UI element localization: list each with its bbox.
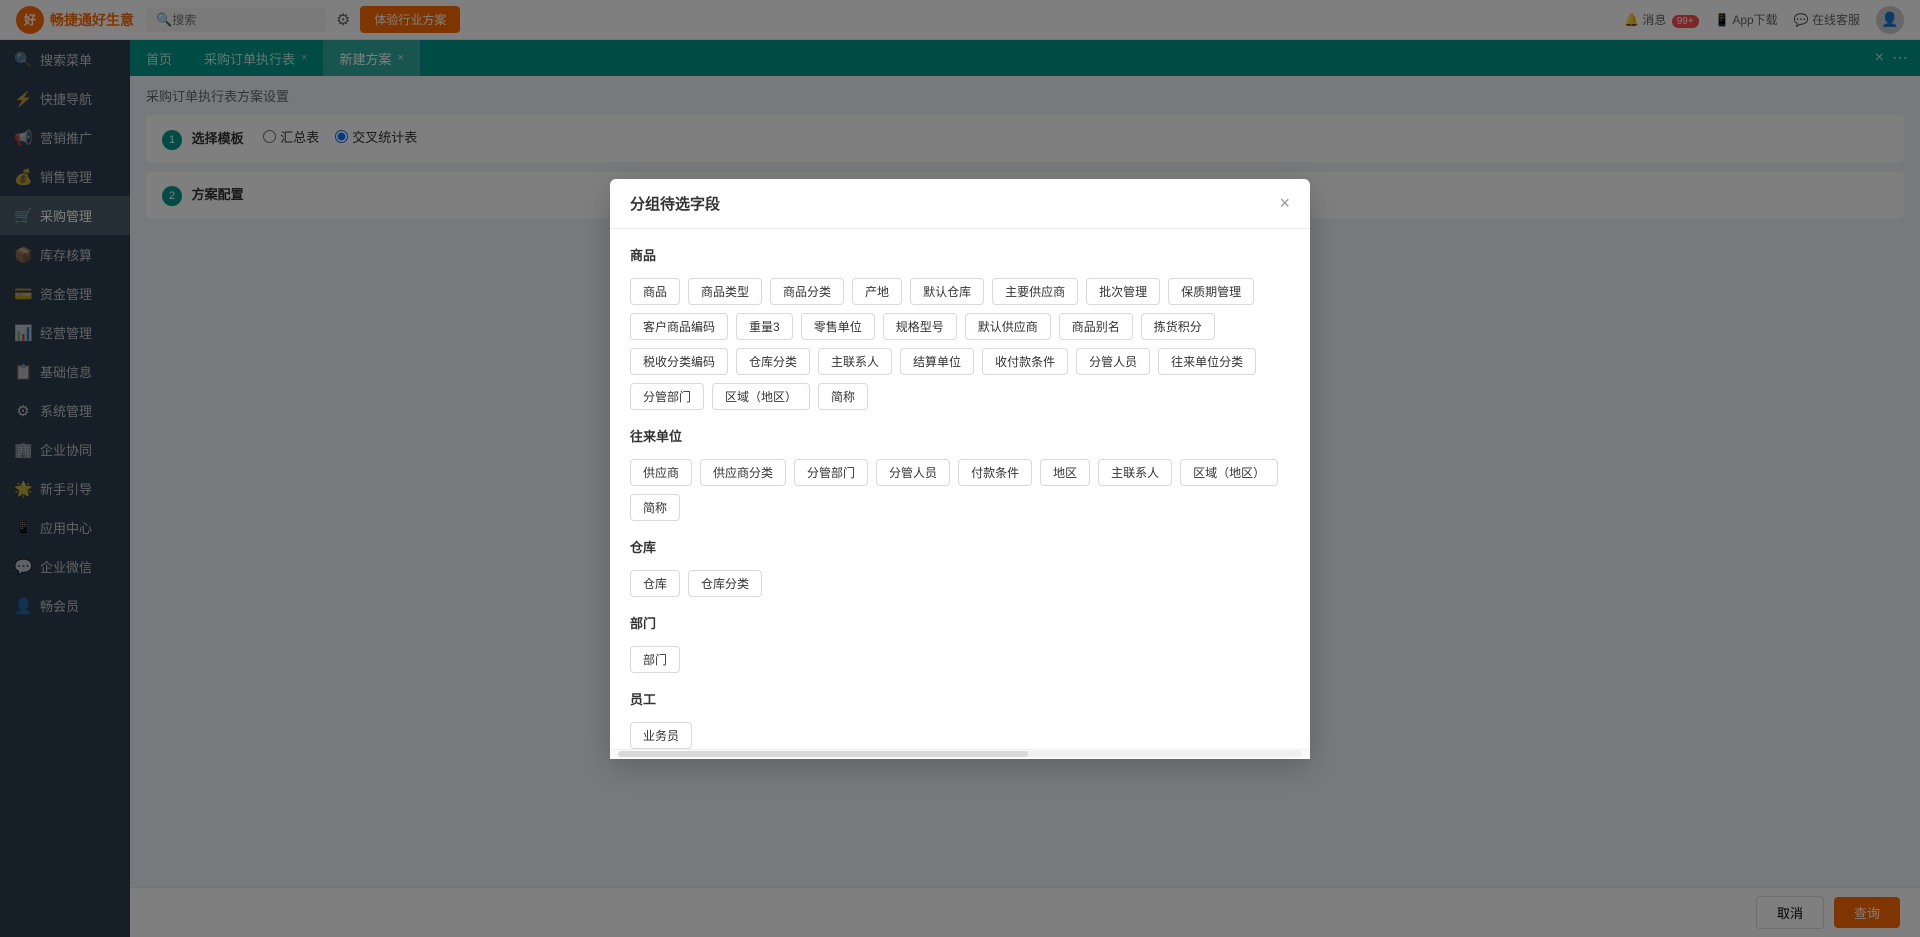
field-tag[interactable]: 区域（地区） xyxy=(1180,459,1278,486)
field-tag[interactable]: 商品分类 xyxy=(770,278,844,305)
field-tag[interactable]: 商品类型 xyxy=(688,278,762,305)
field-tag[interactable]: 默认供应商 xyxy=(965,313,1051,340)
field-tag[interactable]: 仓库分类 xyxy=(736,348,810,375)
field-selection-modal: 分组待选字段 × 商品 商品 商品类型 商品分类 产地 默认仓库 主要供应商 批… xyxy=(610,179,1310,759)
field-tag[interactable]: 零售单位 xyxy=(801,313,875,340)
section-staff-title: 员工 xyxy=(630,689,1290,712)
field-tag[interactable]: 地区 xyxy=(1040,459,1090,486)
section-warehouse: 仓库 仓库 仓库分类 xyxy=(630,537,1290,597)
modal-overlay: 分组待选字段 × 商品 商品 商品类型 商品分类 产地 默认仓库 主要供应商 批… xyxy=(0,0,1920,937)
field-tag[interactable]: 简称 xyxy=(818,383,868,410)
partners-field-tags: 供应商 供应商分类 分管部门 分管人员 付款条件 地区 主联系人 区域（地区） … xyxy=(630,459,1290,521)
modal-hscroll[interactable] xyxy=(610,749,1310,758)
field-tag[interactable]: 客户商品编码 xyxy=(630,313,728,340)
modal-title: 分组待选字段 xyxy=(630,193,720,214)
field-tag[interactable]: 收付款条件 xyxy=(982,348,1068,375)
field-tag[interactable]: 拣货积分 xyxy=(1141,313,1215,340)
field-tag[interactable]: 分管部门 xyxy=(794,459,868,486)
field-tag[interactable]: 分管部门 xyxy=(630,383,704,410)
section-partners: 往来单位 供应商 供应商分类 分管部门 分管人员 付款条件 地区 主联系人 区域… xyxy=(630,426,1290,521)
field-tag[interactable]: 主要供应商 xyxy=(992,278,1078,305)
field-tag[interactable]: 供应商分类 xyxy=(700,459,786,486)
modal-body[interactable]: 商品 商品 商品类型 商品分类 产地 默认仓库 主要供应商 批次管理 保质期管理… xyxy=(610,229,1310,750)
staff-field-tags: 业务员 xyxy=(630,722,1290,749)
field-tag[interactable]: 仓库分类 xyxy=(688,570,762,597)
section-department-title: 部门 xyxy=(630,613,1290,636)
field-tag[interactable]: 重量3 xyxy=(736,313,793,340)
field-tag[interactable]: 规格型号 xyxy=(883,313,957,340)
field-tag[interactable]: 批次管理 xyxy=(1086,278,1160,305)
field-tag[interactable]: 主联系人 xyxy=(818,348,892,375)
warehouse-field-tags: 仓库 仓库分类 xyxy=(630,570,1290,597)
field-tag[interactable]: 部门 xyxy=(630,646,680,673)
field-tag[interactable]: 分管人员 xyxy=(876,459,950,486)
field-tag[interactable]: 供应商 xyxy=(630,459,692,486)
field-tag[interactable]: 主联系人 xyxy=(1098,459,1172,486)
field-tag[interactable]: 付款条件 xyxy=(958,459,1032,486)
section-partners-title: 往来单位 xyxy=(630,426,1290,449)
field-tag[interactable]: 保质期管理 xyxy=(1168,278,1254,305)
field-tag[interactable]: 产地 xyxy=(852,278,902,305)
modal-close-button[interactable]: × xyxy=(1279,193,1290,214)
field-tag[interactable]: 结算单位 xyxy=(900,348,974,375)
field-tag[interactable]: 仓库 xyxy=(630,570,680,597)
field-tag[interactable]: 商品 xyxy=(630,278,680,305)
section-goods-title: 商品 xyxy=(630,245,1290,268)
field-tag[interactable]: 业务员 xyxy=(630,722,692,749)
section-warehouse-title: 仓库 xyxy=(630,537,1290,560)
field-tag[interactable]: 往来单位分类 xyxy=(1158,348,1256,375)
department-field-tags: 部门 xyxy=(630,646,1290,673)
modal-header: 分组待选字段 × xyxy=(610,179,1310,229)
field-tag[interactable]: 税收分类编码 xyxy=(630,348,728,375)
field-tag[interactable]: 商品别名 xyxy=(1059,313,1133,340)
section-department: 部门 部门 xyxy=(630,613,1290,673)
goods-field-tags: 商品 商品类型 商品分类 产地 默认仓库 主要供应商 批次管理 保质期管理 客户… xyxy=(630,278,1290,410)
field-tag[interactable]: 区域（地区） xyxy=(712,383,810,410)
field-tag[interactable]: 简称 xyxy=(630,494,680,521)
field-tag[interactable]: 分管人员 xyxy=(1076,348,1150,375)
section-goods: 商品 商品 商品类型 商品分类 产地 默认仓库 主要供应商 批次管理 保质期管理… xyxy=(630,245,1290,410)
section-staff: 员工 业务员 xyxy=(630,689,1290,749)
field-tag[interactable]: 默认仓库 xyxy=(910,278,984,305)
